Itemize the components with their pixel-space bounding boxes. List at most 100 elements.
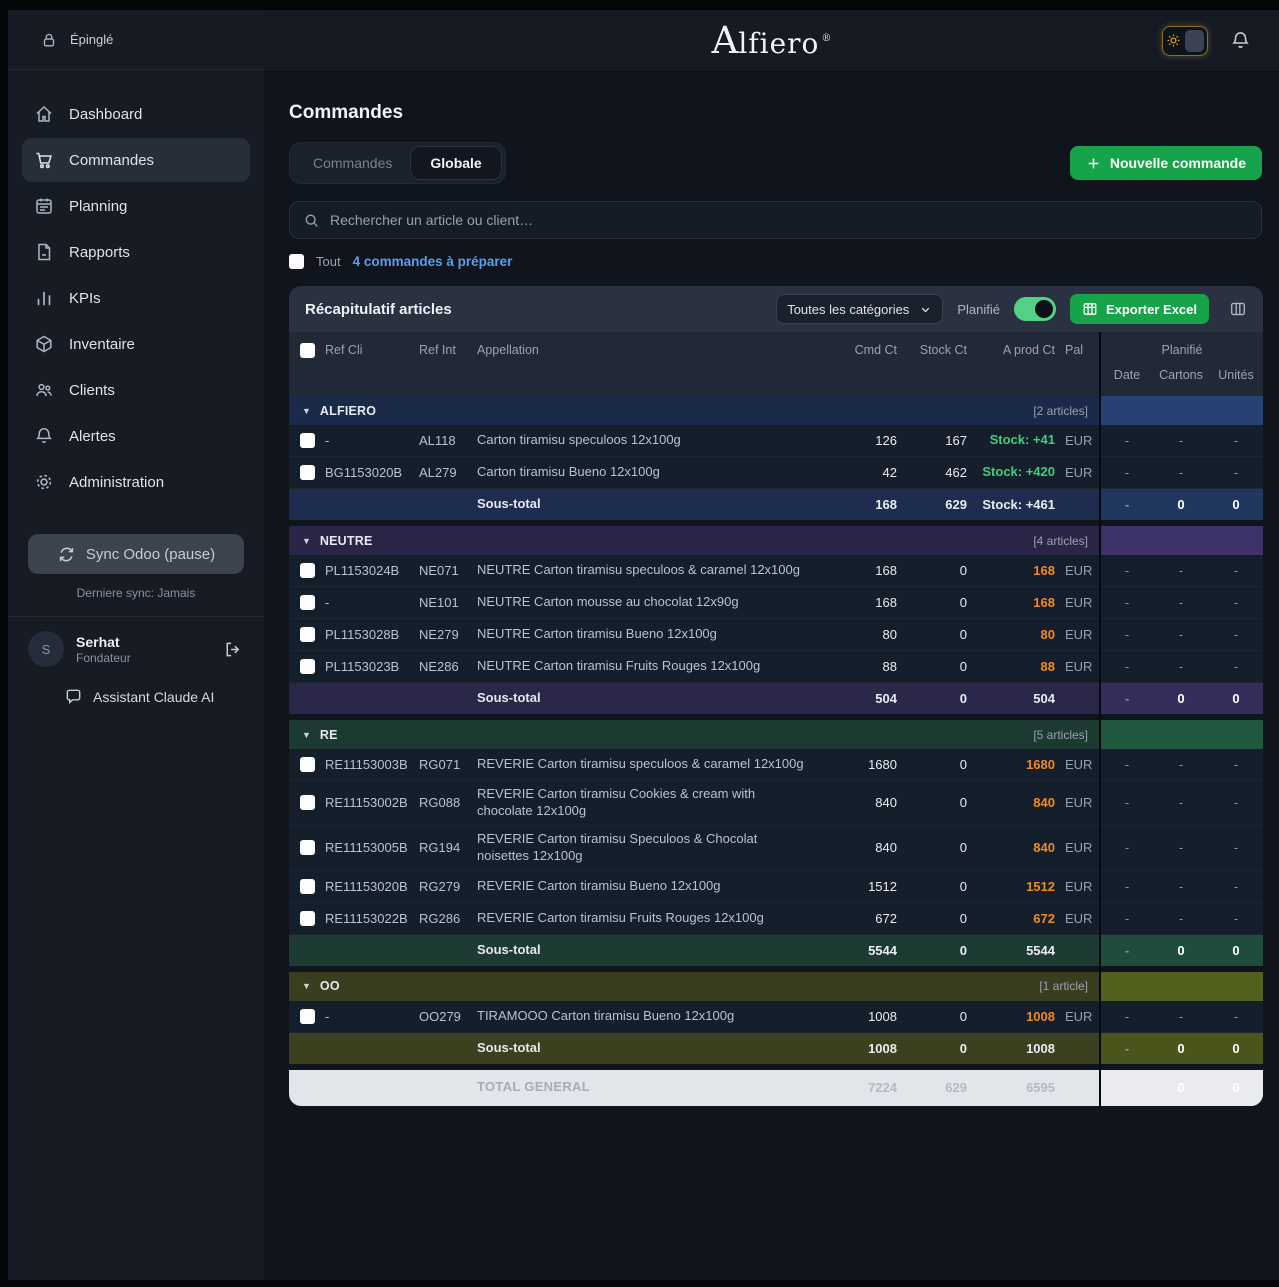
row-checkbox[interactable] [299, 1008, 315, 1024]
columns-view-icon[interactable] [1229, 300, 1247, 318]
planned-date: - [1124, 627, 1130, 642]
sidebar-item-administration[interactable]: Administration [22, 460, 250, 504]
articles-summary-panel: Récapitulatif articles Toutes les catégo… [289, 286, 1263, 1106]
calendar-icon [34, 196, 54, 216]
last-sync-text: Derniere sync: Jamais [76, 586, 196, 600]
col-appellation: Appellation [477, 343, 539, 357]
sidebar-item-dashboard[interactable]: Dashboard [22, 92, 250, 136]
row-checkbox[interactable] [299, 910, 315, 926]
group-article-count: [5 articles] [1033, 727, 1088, 742]
logout-icon[interactable] [223, 640, 242, 659]
planned-cartons: - [1178, 465, 1184, 480]
ref-cli: - [325, 1008, 330, 1024]
col-planned-group: Planifié [1161, 343, 1203, 357]
sync-odoo-button[interactable]: Sync Odoo (pause) [28, 534, 244, 574]
subtotal-cmd-ct: 1008 [868, 1040, 897, 1056]
sidebar-item-planning[interactable]: Planning [22, 184, 250, 228]
group-header-re[interactable]: ▼ RE [5 articles] [289, 720, 1263, 749]
appellation: REVERIE Carton tiramisu speculoos & cara… [477, 756, 804, 772]
a-prod-ct: 168 [1033, 563, 1055, 578]
group-header-alfiero[interactable]: ▼ ALFIERO [2 articles] [289, 396, 1263, 425]
table-row: PL1153028B NE279 NEUTRE Carton tiramisu Bu… [289, 619, 1263, 651]
notifications-bell-icon[interactable] [1230, 30, 1251, 51]
row-checkbox-cell [289, 787, 325, 818]
sidebar-item-kpis[interactable]: KPIs [22, 276, 250, 320]
sidebar-item-label: Administration [69, 473, 165, 491]
table-grid-icon [1082, 301, 1098, 317]
ref-cli: - [325, 433, 330, 448]
header-checkbox[interactable] [299, 342, 315, 358]
sidebar-item-commandes[interactable]: Commandes [22, 138, 250, 182]
a-prod-ct: 1512 [1026, 878, 1055, 894]
cmd-ct: 80 [882, 627, 897, 642]
row-checkbox[interactable] [299, 757, 315, 772]
row-checkbox[interactable] [299, 795, 315, 811]
sidebar-item-inventaire[interactable]: Inventaire [22, 322, 250, 366]
tab-commandes[interactable]: Commandes [294, 147, 411, 179]
appellation: Carton tiramisu speculoos 12x100g [477, 432, 681, 448]
sidebar-item-alertes[interactable]: Alertes [22, 414, 250, 458]
pal-currency: EUR [1065, 1008, 1093, 1024]
appellation: REVERIE Carton tiramisu Fruits Rouges 12… [477, 909, 764, 925]
sidebar-item-label: Clients [69, 381, 115, 399]
stock-ct: 0 [959, 563, 967, 578]
sidebar-item-rapports[interactable]: Rapports [22, 230, 250, 274]
group-planned-cell [1101, 526, 1263, 555]
stock-ct: 462 [945, 465, 967, 480]
theme-toggle[interactable] [1162, 25, 1208, 56]
sidebar-item-label: Dashboard [69, 105, 143, 123]
group-planned-cell [1101, 720, 1263, 749]
group-planned-cell [1101, 396, 1263, 425]
sidebar-pinned-toggle[interactable]: Épinglé [8, 10, 264, 70]
ref-int: OO279 [419, 1008, 461, 1024]
subtotal-cmd-ct: 168 [875, 497, 897, 512]
grand-total-cmd-ct: 7224 [868, 1080, 897, 1096]
subtotal-row: Sous-total 5544 0 5544-0 0 [289, 934, 1263, 966]
row-checkbox[interactable] [299, 840, 315, 856]
row-checkbox[interactable] [299, 595, 315, 610]
row-checkbox[interactable] [299, 465, 315, 480]
page-title: Commandes [289, 102, 404, 123]
tab-globale[interactable]: Globale [411, 147, 501, 179]
row-checkbox[interactable] [299, 659, 315, 674]
group-alfiero: ▼ ALFIERO [2 articles] - AL118 Carton tiramis… [289, 396, 1263, 520]
table-row: RE11153020B RG279 REVERIE Carton tiramisu … [289, 870, 1263, 903]
orders-to-prepare-link[interactable]: 4 commandes à préparer [353, 254, 513, 269]
ref-cli: RE11153005B [325, 840, 408, 856]
sidebar-item-clients[interactable]: Clients [22, 368, 250, 412]
group-article-count: [2 articles] [1033, 403, 1088, 418]
assistant-claude-button[interactable]: Assistant Claude AI [8, 677, 264, 706]
subtotal-a-prod-ct: 504 [1033, 691, 1055, 706]
table-row: - OO279 TIRAMOOO Carton tiramisu Bueno 12x… [289, 1000, 1263, 1033]
cmd-ct: 168 [875, 595, 897, 610]
search-input[interactable] [330, 212, 1248, 228]
group-header-oo[interactable]: ▼ OO [1 article] [289, 971, 1263, 1001]
a-prod-ct: Stock: +420 [982, 464, 1055, 480]
row-checkbox[interactable] [299, 627, 315, 642]
stock-ct: 167 [945, 433, 967, 448]
row-checkbox[interactable] [299, 878, 315, 894]
planned-unites: - [1233, 595, 1239, 610]
appellation: REVERIE Carton tiramisu Cookies & cream … [477, 786, 756, 818]
chat-icon [64, 687, 83, 706]
row-checkbox[interactable] [299, 563, 315, 578]
group-neutre: ▼ NEUTRE [4 articles] PL1153024B NE071 NEUTRE… [289, 526, 1263, 714]
export-excel-button[interactable]: Exporter Excel [1069, 294, 1209, 324]
main-content: Commandes Commandes Globale Nouvelle com… [264, 72, 1279, 1280]
row-checkbox[interactable] [299, 433, 315, 448]
select-all-checkbox[interactable] [289, 254, 304, 269]
sidebar-item-label: Commandes [69, 151, 155, 169]
planned-cartons: - [1178, 563, 1184, 578]
grand-total-planned-cartons: 0 [1153, 1069, 1209, 1106]
subtotal-planned-date: - [1101, 489, 1153, 520]
grand-total-planned-date [1101, 1069, 1153, 1106]
new-order-button[interactable]: Nouvelle commande [1069, 146, 1262, 180]
group-header-neutre[interactable]: ▼ NEUTRE [4 articles] [289, 526, 1263, 555]
planned-date: - [1124, 659, 1130, 674]
file-icon [34, 242, 54, 262]
cmd-ct: 1680 [868, 757, 897, 772]
planned-cartons: - [1178, 840, 1184, 856]
planned-toggle[interactable] [1013, 297, 1056, 321]
subtotal-planned-date: - [1101, 683, 1153, 714]
category-filter-select[interactable]: Toutes les catégories [776, 294, 944, 324]
